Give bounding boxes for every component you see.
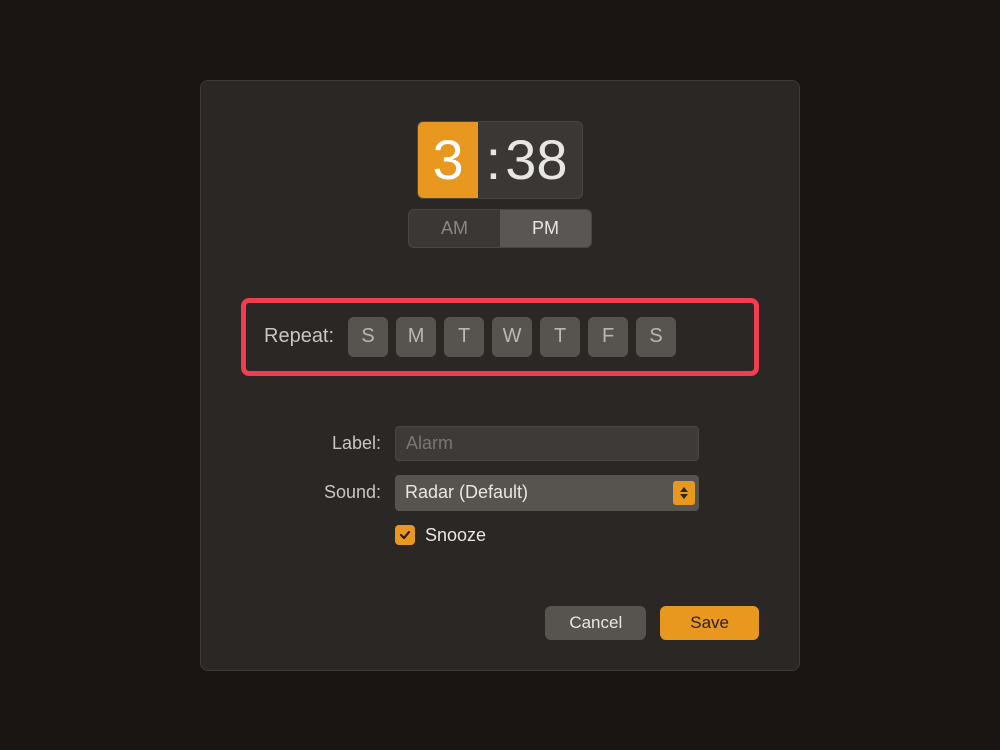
stepper-arrows-icon <box>673 481 695 505</box>
sound-field-label: Sound: <box>301 482 381 503</box>
form-section: Label: Sound: Radar (Default) Snooze <box>241 426 759 546</box>
pm-option[interactable]: PM <box>500 210 591 247</box>
ampm-toggle: AM PM <box>408 209 592 248</box>
time-section: 3 : 38 AM PM <box>241 121 759 248</box>
time-separator: : <box>478 122 506 198</box>
day-thursday[interactable]: T <box>540 317 580 357</box>
sound-select[interactable]: Radar (Default) <box>395 475 699 511</box>
snooze-label: Snooze <box>425 525 486 546</box>
sound-row: Sound: Radar (Default) <box>301 475 699 511</box>
cancel-button[interactable]: Cancel <box>545 606 646 640</box>
am-option[interactable]: AM <box>409 210 500 247</box>
day-tuesday[interactable]: T <box>444 317 484 357</box>
alarm-edit-dialog: 3 : 38 AM PM Repeat: S M T W T F S Label… <box>200 80 800 671</box>
repeat-section-highlighted: Repeat: S M T W T F S <box>241 298 759 376</box>
button-row: Cancel Save <box>241 606 759 640</box>
save-button[interactable]: Save <box>660 606 759 640</box>
snooze-checkbox[interactable] <box>395 525 415 545</box>
label-field-label: Label: <box>301 433 381 454</box>
minute-input[interactable]: 38 <box>505 122 581 198</box>
day-saturday[interactable]: S <box>636 317 676 357</box>
sound-select-value: Radar (Default) <box>405 482 673 503</box>
day-wednesday[interactable]: W <box>492 317 532 357</box>
snooze-row: Snooze <box>301 525 699 546</box>
repeat-label: Repeat: <box>264 325 334 348</box>
repeat-days-row: S M T W T F S <box>348 317 676 357</box>
hour-input[interactable]: 3 <box>418 122 477 198</box>
day-friday[interactable]: F <box>588 317 628 357</box>
label-input[interactable] <box>395 426 699 461</box>
time-display: 3 : 38 <box>417 121 582 199</box>
day-sunday[interactable]: S <box>348 317 388 357</box>
label-row: Label: <box>301 426 699 461</box>
day-monday[interactable]: M <box>396 317 436 357</box>
checkmark-icon <box>399 529 411 541</box>
